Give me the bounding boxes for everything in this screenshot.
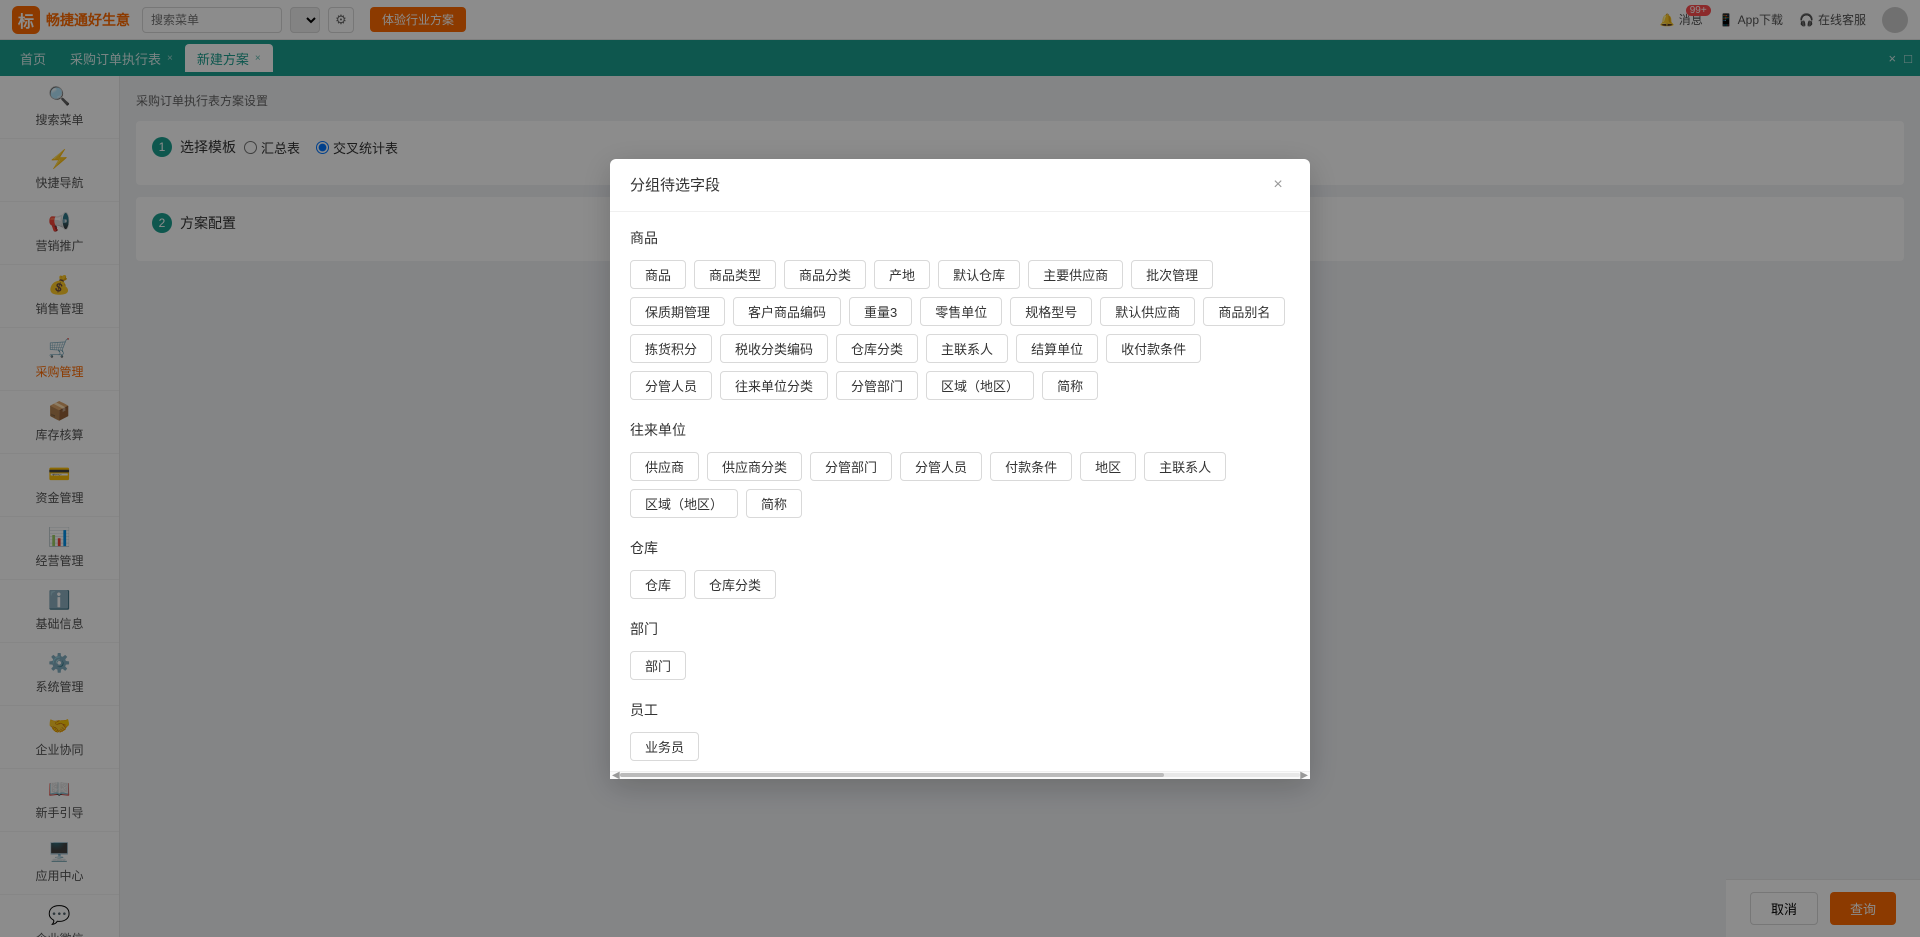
field-tag-1-7[interactable]: 区域（地区） <box>630 489 738 518</box>
field-tag-0-23[interactable]: 区域（地区） <box>926 371 1034 400</box>
field-tag-1-6[interactable]: 主联系人 <box>1144 452 1226 481</box>
field-tag-3-0[interactable]: 部门 <box>630 651 686 680</box>
field-tag-0-10[interactable]: 零售单位 <box>920 297 1002 326</box>
field-section-1: 往来单位供应商供应商分类分管部门分管人员付款条件地区主联系人区域（地区） 简称 <box>630 420 1290 518</box>
field-section-3: 部门部门 <box>630 619 1290 680</box>
field-tag-0-20[interactable]: 分管人员 <box>630 371 712 400</box>
field-tag-2-0[interactable]: 仓库 <box>630 570 686 599</box>
modal-scrollbar-x: ◀ ▶ <box>610 771 1310 779</box>
field-tag-1-0[interactable]: 供应商 <box>630 452 699 481</box>
field-tag-0-3[interactable]: 产地 <box>874 260 930 289</box>
field-tag-0-22[interactable]: 分管部门 <box>836 371 918 400</box>
field-tag-0-21[interactable]: 往来单位分类 <box>720 371 828 400</box>
field-tag-0-15[interactable]: 税收分类编码 <box>720 334 828 363</box>
field-tag-4-0[interactable]: 业务员 <box>630 732 699 761</box>
field-tag-1-5[interactable]: 地区 <box>1080 452 1136 481</box>
field-tag-0-17[interactable]: 主联系人 <box>926 334 1008 363</box>
field-tag-0-24[interactable]: 简称 <box>1042 371 1098 400</box>
field-section-title-0: 商品 <box>630 228 1290 248</box>
scrollbar-track <box>620 773 1301 777</box>
modal-header: 分组待选字段 × <box>610 159 1310 212</box>
field-section-4: 员工业务员 <box>630 700 1290 761</box>
modal-title: 分组待选字段 <box>630 174 720 195</box>
field-tag-0-1[interactable]: 商品类型 <box>694 260 776 289</box>
field-tag-2-1[interactable]: 仓库分类 <box>694 570 776 599</box>
field-section-title-2: 仓库 <box>630 538 1290 558</box>
field-tag-0-12[interactable]: 默认供应商 <box>1100 297 1195 326</box>
field-tag-0-8[interactable]: 客户商品编码 <box>733 297 841 326</box>
scrollbar-thumb <box>620 773 1164 777</box>
field-tags-1: 供应商供应商分类分管部门分管人员付款条件地区主联系人区域（地区） 简称 <box>630 452 1290 518</box>
field-tag-0-4[interactable]: 默认仓库 <box>938 260 1020 289</box>
field-tag-1-1[interactable]: 供应商分类 <box>707 452 802 481</box>
field-section-2: 仓库仓库仓库分类 <box>630 538 1290 599</box>
field-tag-0-18[interactable]: 结算单位 <box>1016 334 1098 363</box>
field-tag-0-19[interactable]: 收付款条件 <box>1106 334 1201 363</box>
field-tags-2: 仓库仓库分类 <box>630 570 1290 599</box>
modal-overlay[interactable]: 分组待选字段 × 商品商品商品类型商品分类产地默认仓库主要供应商批次管理保质期管… <box>0 0 1920 937</box>
field-tag-0-7[interactable]: 保质期管理 <box>630 297 725 326</box>
field-tag-1-2[interactable]: 分管部门 <box>810 452 892 481</box>
field-tags-0: 商品商品类型商品分类产地默认仓库主要供应商批次管理保质期管理客户商品编码重量3 零… <box>630 260 1290 400</box>
field-tag-0-11[interactable]: 规格型号 <box>1010 297 1092 326</box>
field-tag-0-14[interactable]: 拣货积分 <box>630 334 712 363</box>
modal-close-button[interactable]: × <box>1266 173 1290 197</box>
field-section-title-1: 往来单位 <box>630 420 1290 440</box>
scroll-right-arrow[interactable]: ▶ <box>1300 770 1308 781</box>
field-tag-1-8[interactable]: 简称 <box>746 489 802 518</box>
field-tag-0-0[interactable]: 商品 <box>630 260 686 289</box>
field-section-title-4: 员工 <box>630 700 1290 720</box>
field-select-modal: 分组待选字段 × 商品商品商品类型商品分类产地默认仓库主要供应商批次管理保质期管… <box>610 159 1310 779</box>
field-section-0: 商品商品商品类型商品分类产地默认仓库主要供应商批次管理保质期管理客户商品编码重量… <box>630 228 1290 400</box>
field-tag-1-3[interactable]: 分管人员 <box>900 452 982 481</box>
field-tag-0-13[interactable]: 商品别名 <box>1203 297 1285 326</box>
field-tag-0-5[interactable]: 主要供应商 <box>1028 260 1123 289</box>
field-tag-0-6[interactable]: 批次管理 <box>1131 260 1213 289</box>
field-tags-3: 部门 <box>630 651 1290 680</box>
field-tag-0-9[interactable]: 重量3 <box>849 297 912 326</box>
field-section-title-3: 部门 <box>630 619 1290 639</box>
scroll-left-arrow[interactable]: ◀ <box>612 770 620 781</box>
field-tags-4: 业务员 <box>630 732 1290 761</box>
field-tag-1-4[interactable]: 付款条件 <box>990 452 1072 481</box>
field-tag-0-16[interactable]: 仓库分类 <box>836 334 918 363</box>
modal-body: 商品商品商品类型商品分类产地默认仓库主要供应商批次管理保质期管理客户商品编码重量… <box>610 212 1310 771</box>
field-tag-0-2[interactable]: 商品分类 <box>784 260 866 289</box>
